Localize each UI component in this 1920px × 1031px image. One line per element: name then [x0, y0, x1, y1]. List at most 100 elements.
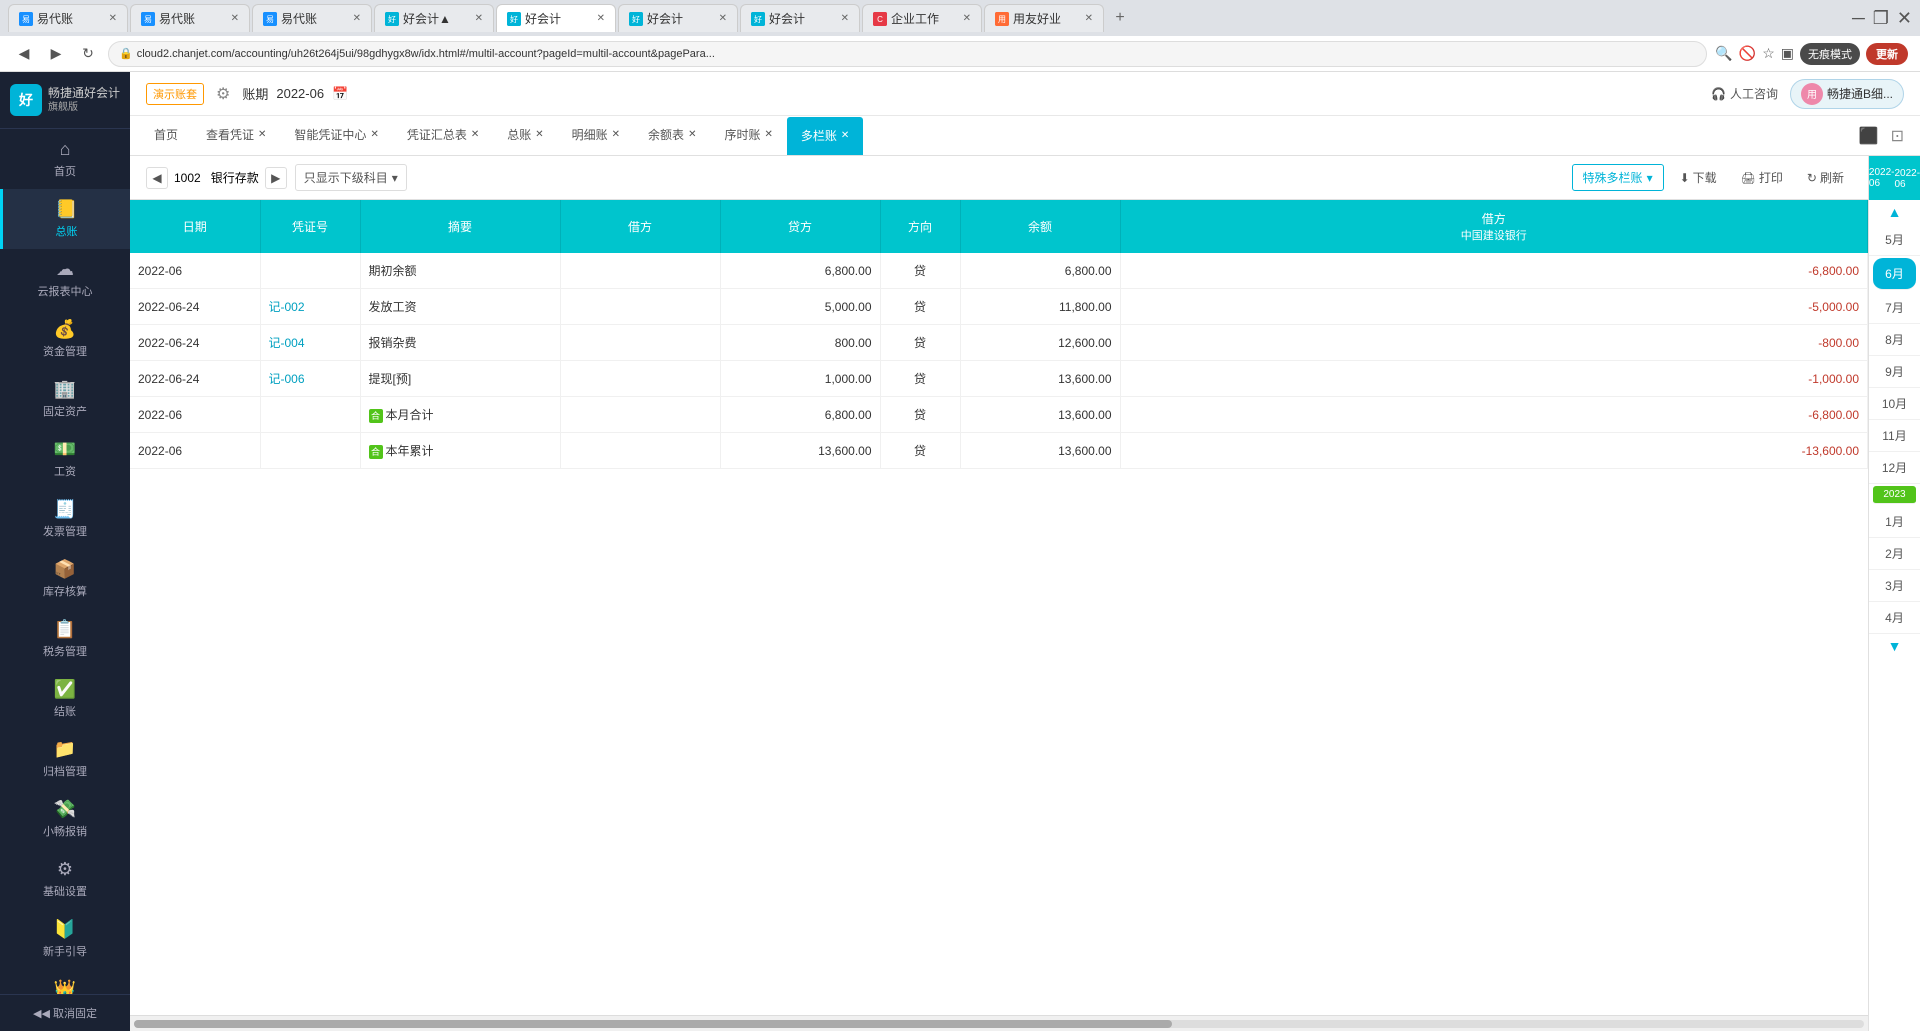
browser-tab-7[interactable]: 好 好会计 ✕ [740, 4, 860, 32]
voucher-link[interactable]: 记-006 [269, 372, 305, 386]
month-item-12[interactable]: 12月 [1869, 452, 1920, 484]
month-item-1-2023[interactable]: 1月 [1869, 506, 1920, 538]
tab-general-ledger-close[interactable]: ✕ [535, 129, 543, 140]
month-item-10[interactable]: 10月 [1869, 388, 1920, 420]
voucher-link[interactable]: 记-004 [269, 336, 305, 350]
new-tab-button[interactable]: + [1106, 4, 1134, 32]
restore-icon[interactable]: ❐ [1873, 8, 1889, 29]
tab-close-4[interactable]: ✕ [471, 13, 483, 24]
sidebar-item-inventory[interactable]: 📦 库存核算 [0, 549, 130, 609]
month-scroll-up[interactable]: ▲ [1869, 200, 1920, 224]
tab-general-ledger[interactable]: 总账 ✕ [493, 116, 557, 155]
back-button[interactable]: ◀ [12, 42, 36, 66]
tab-close-8[interactable]: ✕ [959, 13, 971, 24]
browser-tab-8[interactable]: C 企业工作 ✕ [862, 4, 982, 32]
browser-tab-5[interactable]: 好 好会计 ✕ [496, 4, 616, 32]
tab-multi-column[interactable]: 多栏账 ✕ [787, 117, 863, 156]
close-icon[interactable]: ✕ [1897, 8, 1912, 29]
month-item-3-2023[interactable]: 3月 [1869, 570, 1920, 602]
refresh-button[interactable]: ↻ [76, 42, 100, 66]
block-icon[interactable]: 🚫 [1739, 45, 1756, 62]
cell-debit [560, 253, 720, 289]
tab-voucher-summary-close[interactable]: ✕ [471, 129, 479, 140]
url-input[interactable]: 🔒 cloud2.chanjet.com/accounting/uh26t264… [108, 41, 1707, 67]
sidebar-toggle-icon[interactable]: ▣ [1781, 45, 1794, 62]
tab-home[interactable]: 首页 [140, 116, 192, 155]
month-item-2-2023[interactable]: 2月 [1869, 538, 1920, 570]
sidebar-item-cloud[interactable]: ☁ 云报表中心 [0, 249, 130, 309]
collapse-panel-button[interactable]: ⬛ [1853, 126, 1885, 146]
month-item-6[interactable]: 6月 [1873, 258, 1916, 290]
tab-detail-ledger-close[interactable]: ✕ [612, 129, 620, 140]
tab-close-1[interactable]: ✕ [105, 13, 117, 24]
tab-smart-voucher-close[interactable]: ✕ [370, 129, 378, 140]
next-account-button[interactable]: ▶ [265, 167, 287, 189]
browser-tab-3[interactable]: 易 易代账 ✕ [252, 4, 372, 32]
filter-dropdown[interactable]: 只显示下级科目 ▾ [295, 164, 407, 191]
special-multi-button[interactable]: 特殊多栏账 ▾ [1572, 164, 1664, 191]
tab-view-voucher-close[interactable]: ✕ [258, 129, 266, 140]
browser-tab-4[interactable]: 好 好会计▲ ✕ [374, 4, 494, 32]
minimize-icon[interactable]: ─ [1852, 8, 1865, 29]
voucher-link[interactable]: 记-002 [269, 300, 305, 314]
sidebar-item-archive[interactable]: 📁 归档管理 [0, 729, 130, 789]
browser-tab-2[interactable]: 易 易代账 ✕ [130, 4, 250, 32]
tab-smart-voucher[interactable]: 智能凭证中心 ✕ [280, 116, 392, 155]
print-button[interactable]: 🖨 打印 [1733, 165, 1791, 190]
sidebar-item-member[interactable]: 👑 畅会员 [0, 969, 130, 994]
browser-tab-9[interactable]: 用 用友好业 ✕ [984, 4, 1104, 32]
prev-account-button[interactable]: ◀ [146, 167, 168, 189]
sidebar-item-tax[interactable]: 📋 税务管理 [0, 609, 130, 669]
no-trace-button[interactable]: 无痕模式 [1800, 43, 1860, 65]
tab-close-9[interactable]: ✕ [1081, 13, 1093, 24]
scrollbar-thumb[interactable] [134, 1020, 1172, 1028]
sidebar-item-payroll[interactable]: 💵 工资 [0, 429, 130, 489]
browser-tab-1[interactable]: 易 易代账 ✕ [8, 4, 128, 32]
tab-close-2[interactable]: ✕ [227, 13, 239, 24]
consult-button[interactable]: 🎧 人工咨询 [1711, 85, 1778, 102]
tab-close-3[interactable]: ✕ [349, 13, 361, 24]
browser-tab-6[interactable]: 好 好会计 ✕ [618, 4, 738, 32]
sidebar-item-close[interactable]: ✅ 结账 [0, 669, 130, 729]
sidebar-item-ledger[interactable]: 📒 总账 [0, 189, 130, 249]
sidebar-item-invoice[interactable]: 🧾 发票管理 [0, 489, 130, 549]
update-button[interactable]: 更新 [1866, 43, 1908, 65]
month-item-5[interactable]: 5月 [1869, 224, 1920, 256]
sidebar-item-expense[interactable]: 💸 小畅报销 [0, 789, 130, 849]
table-row: 2022-06期初余额6,800.00贷6,800.00-6,800.00 [130, 253, 1868, 289]
month-item-7[interactable]: 7月 [1869, 292, 1920, 324]
tab-multi-column-close[interactable]: ✕ [841, 130, 849, 141]
expand-panel-button[interactable]: ⊡ [1885, 126, 1910, 146]
sidebar-item-funds[interactable]: 💰 资金管理 [0, 309, 130, 369]
month-item-11[interactable]: 11月 [1869, 420, 1920, 452]
month-scroll-down[interactable]: ▼ [1869, 634, 1920, 658]
refresh-table-button[interactable]: ↻ 刷新 [1799, 165, 1852, 190]
sidebar-item-home[interactable]: ⌂ 首页 [0, 129, 130, 189]
tab-sequential[interactable]: 序时账 ✕ [710, 116, 786, 155]
forward-button[interactable]: ▶ [44, 42, 68, 66]
tab-smart-voucher-label: 智能凭证中心 [294, 126, 366, 143]
download-button[interactable]: ⬇ 下载 [1672, 165, 1725, 190]
tab-view-voucher[interactable]: 查看凭证 ✕ [192, 116, 280, 155]
calendar-icon[interactable]: 📅 [332, 86, 348, 102]
sidebar-item-settings[interactable]: ⚙ 基础设置 [0, 849, 130, 909]
tab-balance-close[interactable]: ✕ [688, 129, 696, 140]
bottom-scrollbar[interactable] [130, 1015, 1868, 1031]
user-menu[interactable]: 用 畅捷通B细... [1790, 79, 1904, 109]
month-item-9[interactable]: 9月 [1869, 356, 1920, 388]
star-icon[interactable]: ☆ [1762, 45, 1775, 62]
tab-close-5[interactable]: ✕ [593, 13, 605, 24]
sidebar-item-guide[interactable]: 🔰 新手引导 [0, 909, 130, 969]
tab-close-6[interactable]: ✕ [715, 13, 727, 24]
tab-sequential-close[interactable]: ✕ [764, 129, 772, 140]
tab-voucher-summary[interactable]: 凭证汇总表 ✕ [393, 116, 493, 155]
sidebar-item-assets[interactable]: 🏢 固定资产 [0, 369, 130, 429]
tab-close-7[interactable]: ✕ [837, 13, 849, 24]
pin-button[interactable]: ◀◀ 取消固定 [33, 1005, 97, 1021]
tab-balance[interactable]: 余额表 ✕ [634, 116, 710, 155]
month-item-8[interactable]: 8月 [1869, 324, 1920, 356]
settings-gear-icon[interactable]: ⚙ [216, 84, 230, 104]
month-item-4-2023[interactable]: 4月 [1869, 602, 1920, 634]
search-icon[interactable]: 🔍 [1715, 45, 1732, 62]
tab-detail-ledger[interactable]: 明细账 ✕ [558, 116, 634, 155]
